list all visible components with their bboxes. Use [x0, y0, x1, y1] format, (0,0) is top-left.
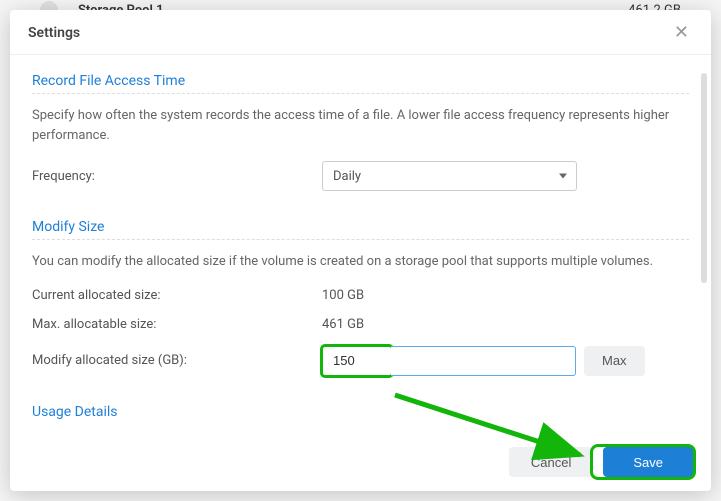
cancel-button[interactable]: Cancel [509, 447, 593, 477]
current-size-value: 100 GB [322, 288, 364, 303]
section-usage-details: Usage Details [32, 404, 689, 424]
close-icon[interactable]: ✕ [670, 22, 693, 44]
modify-size-desc: You can modify the allocated size if the… [32, 252, 689, 272]
frequency-value: Daily [333, 169, 361, 184]
modify-size-label: Modify allocated size (GB): [32, 353, 322, 368]
record-access-desc: Specify how often the system records the… [32, 106, 689, 145]
row-modify-size: Modify allocated size (GB): Max [32, 346, 689, 376]
chevron-down-icon [559, 174, 567, 179]
dialog-header: Settings ✕ [10, 10, 711, 55]
modify-size-input-tail[interactable] [391, 346, 576, 376]
scrollbar[interactable] [701, 73, 707, 283]
row-current-size: Current allocated size: 100 GB [32, 288, 689, 303]
current-size-label: Current allocated size: [32, 288, 322, 303]
frequency-label: Frequency: [32, 169, 322, 184]
dialog-footer: Cancel Save [10, 435, 711, 491]
dialog-body: Record File Access Time Specify how ofte… [10, 55, 711, 435]
section-record-access: Record File Access Time [32, 73, 689, 94]
section-modify-size: Modify Size [32, 219, 689, 240]
max-size-value: 461 GB [322, 317, 364, 332]
save-button[interactable]: Save [603, 447, 693, 477]
settings-dialog: Settings ✕ Record File Access Time Speci… [10, 10, 711, 491]
max-size-label: Max. allocatable size: [32, 317, 322, 332]
max-button[interactable]: Max [584, 346, 645, 376]
row-max-size: Max. allocatable size: 461 GB [32, 317, 689, 332]
frequency-select[interactable]: Daily [322, 161, 577, 191]
modify-size-input[interactable] [322, 346, 392, 376]
row-frequency: Frequency: Daily [32, 161, 689, 191]
dialog-title: Settings [28, 25, 80, 41]
